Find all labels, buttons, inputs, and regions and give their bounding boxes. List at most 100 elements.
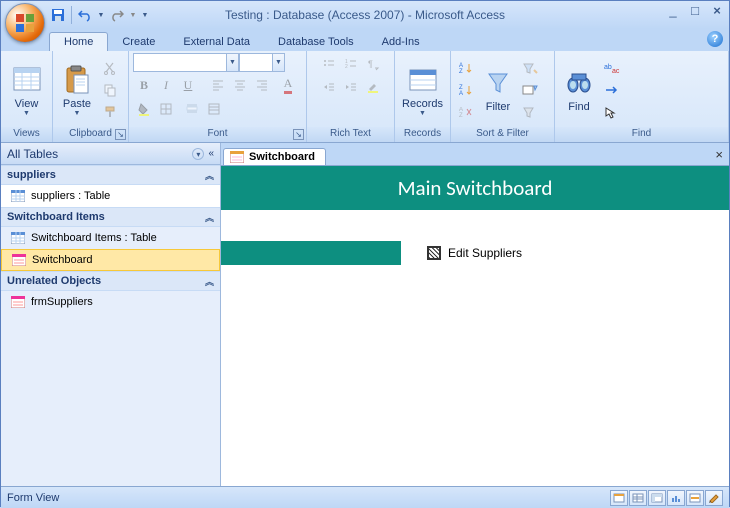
bold-button[interactable]: B bbox=[133, 74, 155, 96]
design-view-shortcut[interactable] bbox=[705, 490, 723, 506]
filter-button[interactable]: Filter bbox=[479, 56, 517, 124]
chevron-down-icon: ▼ bbox=[419, 110, 426, 117]
qat-undo-button[interactable] bbox=[76, 5, 94, 25]
help-button[interactable]: ? bbox=[707, 31, 723, 47]
chevron-up-icon: ︽ bbox=[205, 169, 214, 182]
tab-home[interactable]: Home bbox=[49, 32, 108, 51]
nav-item-switchboard-table[interactable]: Switchboard Items : Table bbox=[1, 227, 220, 249]
gridlines-menu-button[interactable] bbox=[203, 98, 225, 120]
highlight-button[interactable] bbox=[362, 76, 384, 98]
nav-dropdown-icon[interactable]: ▾ bbox=[192, 148, 204, 160]
document-tab-switchboard[interactable]: Switchboard bbox=[223, 148, 326, 165]
close-window-button[interactable]: × bbox=[709, 5, 725, 19]
text-direction-button[interactable]: ¶ bbox=[362, 53, 384, 75]
view-shortcut-buttons bbox=[610, 490, 723, 506]
goto-icon bbox=[603, 83, 621, 97]
increase-indent-button[interactable] bbox=[340, 76, 362, 98]
fill-color-button[interactable] bbox=[133, 98, 155, 120]
copy-button[interactable] bbox=[99, 79, 121, 101]
align-left-button[interactable] bbox=[207, 74, 229, 96]
switchboard-row: Edit Suppliers bbox=[221, 238, 729, 268]
ribbon-tabstrip: Home Create External Data Database Tools… bbox=[1, 29, 729, 51]
gridlines2-icon bbox=[207, 102, 221, 116]
nav-item-label: suppliers : Table bbox=[31, 190, 110, 202]
font-size-input[interactable] bbox=[239, 53, 273, 72]
altfill-icon bbox=[185, 102, 199, 116]
replace-button[interactable]: abac bbox=[601, 57, 623, 79]
font-name-input[interactable] bbox=[133, 53, 227, 72]
nav-pane-header[interactable]: All Tables ▾ « bbox=[1, 143, 220, 165]
format-painter-button[interactable] bbox=[99, 101, 121, 123]
tab-create[interactable]: Create bbox=[108, 33, 169, 51]
qat-customize-dropdown[interactable]: ▼ bbox=[140, 5, 150, 25]
ribbon-group-sortfilter: AZ ZA AZ Filter Sort & Filter bbox=[451, 51, 555, 142]
nav-item-suppliers-table[interactable]: suppliers : Table bbox=[1, 185, 220, 207]
form-view-shortcut[interactable] bbox=[610, 490, 628, 506]
paste-button[interactable]: Paste ▼ bbox=[57, 56, 97, 124]
layout-icon bbox=[689, 493, 701, 503]
layout-view-shortcut[interactable] bbox=[686, 490, 704, 506]
datasheet-view-shortcut[interactable] bbox=[629, 490, 647, 506]
qat-undo-dropdown[interactable]: ▼ bbox=[96, 5, 106, 25]
status-mode: Form View bbox=[7, 492, 59, 504]
nav-item-frmsuppliers[interactable]: frmSuppliers bbox=[1, 291, 220, 313]
tab-database-tools[interactable]: Database Tools bbox=[264, 33, 368, 51]
font-name-dropdown[interactable]: ▼ bbox=[227, 53, 239, 72]
restore-button[interactable]: □ bbox=[687, 5, 703, 19]
qat-redo-button[interactable] bbox=[108, 5, 126, 25]
ribbon-group-font: ▼ ▼ B I U A Font↘ bbox=[129, 51, 307, 142]
records-button[interactable]: Records ▼ bbox=[399, 56, 446, 124]
office-button[interactable] bbox=[5, 3, 45, 43]
svg-text:ac: ac bbox=[612, 68, 620, 75]
decrease-indent-button[interactable] bbox=[318, 76, 340, 98]
grid-icon bbox=[159, 102, 173, 116]
align-left-icon bbox=[211, 78, 225, 92]
find-button[interactable]: Find bbox=[559, 56, 599, 124]
underline-button[interactable]: U bbox=[177, 74, 199, 96]
form-icon bbox=[12, 254, 26, 266]
bullets-button[interactable] bbox=[318, 53, 340, 75]
table-icon bbox=[11, 232, 25, 244]
dialog-launcher-icon[interactable]: ↘ bbox=[293, 129, 304, 140]
nav-item-switchboard-form[interactable]: Switchboard bbox=[1, 249, 220, 271]
alt-fill-button[interactable] bbox=[181, 98, 203, 120]
goto-button[interactable] bbox=[601, 79, 623, 101]
tab-add-ins[interactable]: Add-Ins bbox=[368, 33, 434, 51]
close-tab-button[interactable]: × bbox=[715, 147, 723, 162]
sort-asc-button[interactable]: AZ bbox=[455, 57, 477, 79]
view-button[interactable]: View ▼ bbox=[5, 56, 48, 124]
advanced-icon bbox=[521, 83, 539, 97]
switchboard-item-button[interactable] bbox=[427, 246, 441, 260]
cut-icon bbox=[103, 61, 117, 75]
nav-section-switchboard-items[interactable]: Switchboard Items︽ bbox=[1, 207, 220, 227]
align-right-button[interactable] bbox=[251, 74, 273, 96]
font-color-button[interactable]: A bbox=[277, 74, 299, 96]
toggle-filter-button[interactable] bbox=[519, 101, 541, 123]
advanced-filter-button[interactable] bbox=[519, 79, 541, 101]
selection-filter-button[interactable] bbox=[519, 57, 541, 79]
tab-external-data[interactable]: External Data bbox=[169, 33, 264, 51]
nav-collapse-icon[interactable]: « bbox=[208, 148, 214, 160]
sort-desc-button[interactable]: ZA bbox=[455, 79, 477, 101]
nav-section-suppliers[interactable]: suppliers︽ bbox=[1, 165, 220, 185]
align-center-button[interactable] bbox=[229, 74, 251, 96]
qat-save-button[interactable] bbox=[49, 5, 67, 25]
qat-redo-dropdown[interactable]: ▼ bbox=[128, 5, 138, 25]
clear-sort-button[interactable]: AZ bbox=[455, 101, 477, 123]
minimize-button[interactable]: _ bbox=[665, 5, 681, 19]
select-button[interactable] bbox=[601, 101, 623, 123]
pivottable-view-shortcut[interactable] bbox=[648, 490, 666, 506]
chevron-up-icon: ︽ bbox=[205, 211, 214, 224]
pivotchart-view-shortcut[interactable] bbox=[667, 490, 685, 506]
cut-button[interactable] bbox=[99, 57, 121, 79]
italic-button[interactable]: I bbox=[155, 74, 177, 96]
dialog-launcher-icon[interactable]: ↘ bbox=[115, 129, 126, 140]
numbering-button[interactable]: 12 bbox=[340, 53, 362, 75]
nav-pane-title: All Tables bbox=[7, 147, 58, 161]
gridlines-button[interactable] bbox=[155, 98, 177, 120]
document-area: Switchboard × Main Switchboard Edit Supp… bbox=[221, 143, 729, 486]
switchboard-title: Main Switchboard bbox=[221, 166, 729, 210]
font-size-dropdown[interactable]: ▼ bbox=[273, 53, 285, 72]
nav-section-unrelated[interactable]: Unrelated Objects︽ bbox=[1, 271, 220, 291]
binoculars-icon bbox=[564, 70, 594, 96]
